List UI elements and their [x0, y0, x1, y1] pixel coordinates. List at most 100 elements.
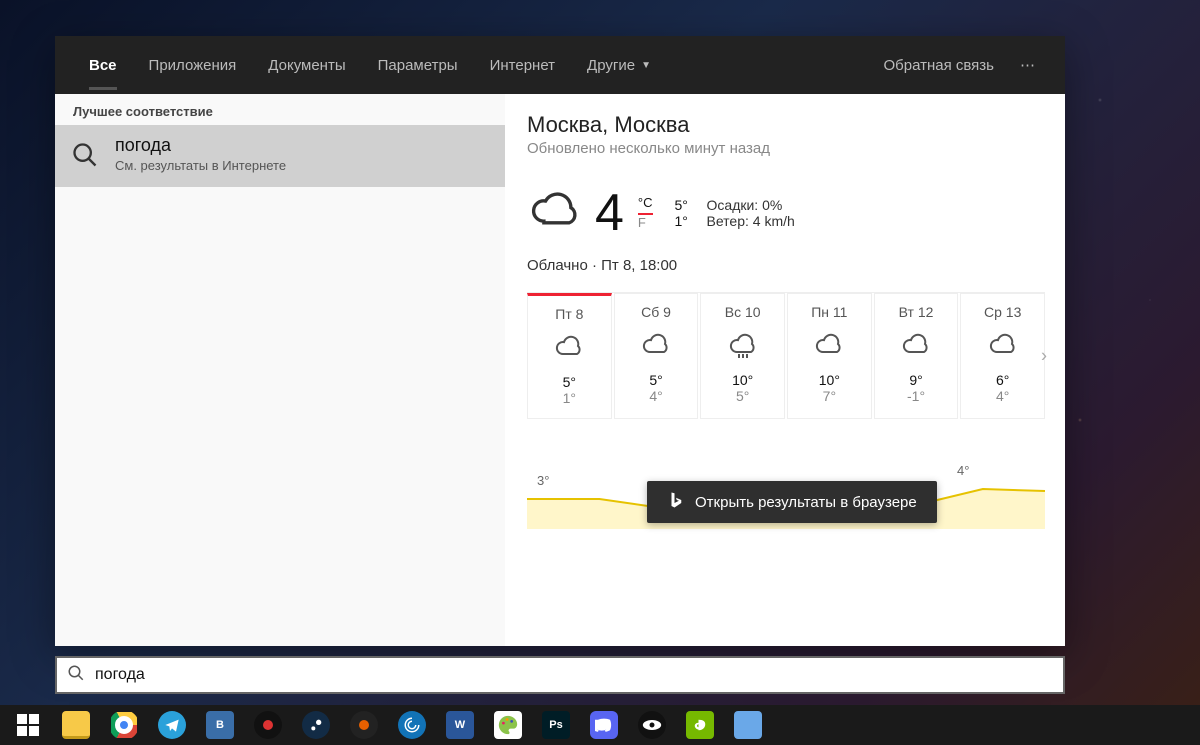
open-in-browser-button[interactable]: Открыть результаты в браузере	[647, 481, 937, 523]
discord-icon	[590, 711, 618, 739]
chrome-icon	[111, 712, 137, 738]
tab-apps[interactable]: Приложения	[133, 36, 253, 94]
condition-line: Облачно · Пт 8, 18:00	[527, 257, 1045, 274]
current-temp: 4	[595, 183, 624, 243]
result-subtitle: См. результаты в Интернете	[115, 158, 286, 173]
forecast-day[interactable]: Пт 8 5°1°	[527, 293, 612, 419]
spark-label: 4°	[957, 463, 969, 478]
forecast-low: 1°	[532, 390, 607, 406]
cloud-icon	[965, 330, 1040, 364]
bing-icon	[667, 491, 685, 513]
search-bar[interactable]	[55, 656, 1065, 694]
search-tabs: Все Приложения Документы Параметры Интер…	[55, 36, 1065, 94]
forecast-low: 5°	[705, 388, 780, 404]
cloud-icon	[532, 332, 607, 366]
taskbar-discord[interactable]	[580, 705, 628, 745]
eye-icon	[638, 711, 666, 739]
taskbar-start[interactable]	[4, 705, 52, 745]
tab-other[interactable]: Другие ▼	[571, 36, 667, 94]
taskbar-word[interactable]: W	[436, 705, 484, 745]
taskbar-chrome[interactable]	[100, 705, 148, 745]
temp-units[interactable]: °C F	[638, 195, 653, 232]
tab-documents[interactable]: Документы	[252, 36, 361, 94]
best-match-result[interactable]: погода См. результаты в Интернете	[55, 125, 505, 187]
taskbar-photoshop[interactable]: Ps	[532, 705, 580, 745]
taskbar-obs[interactable]	[628, 705, 676, 745]
weather-location: Москва, Москва	[527, 112, 1045, 138]
forecast-strip: Пт 85°1°Сб 95°4°Вс 1010°5°Пн 1110°7°Вт 1…	[527, 292, 1045, 419]
forecast-day-name: Пт 8	[532, 306, 607, 322]
best-match-header: Лучшее соответствие	[55, 94, 505, 125]
tab-settings[interactable]: Параметры	[362, 36, 474, 94]
unit-celsius[interactable]: °C	[638, 195, 653, 215]
chevron-right-icon[interactable]: ›	[1041, 346, 1047, 367]
taskbar-vk[interactable]: B	[196, 705, 244, 745]
taskbar-yandex[interactable]	[244, 705, 292, 745]
temp-sparkline: 3° 3° 4° Открыть результаты в браузере	[527, 459, 1045, 529]
forecast-high: 6°	[965, 372, 1040, 388]
palette-icon	[494, 711, 522, 739]
ubisoft-icon	[398, 711, 426, 739]
taskbar-steam[interactable]	[292, 705, 340, 745]
taskbar-ubisoft[interactable]	[388, 705, 436, 745]
unit-fahrenheit[interactable]: F	[638, 215, 653, 232]
wind-label: Ветер: 4 km/h	[707, 213, 795, 229]
forecast-day-name: Вс 10	[705, 304, 780, 320]
forecast-day-name: Вт 12	[879, 304, 954, 320]
forecast-day[interactable]: Вт 12 9°-1°	[874, 293, 959, 419]
forecast-low: 4°	[619, 388, 694, 404]
results-column: Лучшее соответствие погода См. результат…	[55, 94, 505, 646]
forecast-high: 10°	[705, 372, 780, 388]
tab-all[interactable]: Все	[73, 36, 133, 94]
precip-label: Осадки: 0%	[707, 197, 783, 213]
tab-internet[interactable]: Интернет	[474, 36, 571, 94]
tab-other-label: Другие	[587, 57, 635, 74]
nvidia-icon	[686, 711, 714, 739]
forecast-high: 5°	[619, 372, 694, 388]
high-temp: 5°	[675, 197, 697, 213]
app-icon	[350, 711, 378, 739]
weather-details: 5°Осадки: 0% 1°Ветер: 4 km/h	[675, 197, 795, 229]
forecast-day[interactable]: Пн 11 10°7°	[787, 293, 872, 419]
forecast-day[interactable]: Ср 13 6°4°	[960, 293, 1045, 419]
spark-label: 3°	[537, 473, 549, 488]
search-icon	[67, 664, 85, 687]
vk-icon: B	[206, 711, 234, 739]
weather-updated: Обновлено несколько минут назад	[527, 140, 1045, 157]
forecast-day-name: Сб 9	[619, 304, 694, 320]
taskbar-notes[interactable]	[724, 705, 772, 745]
chevron-down-icon: ▼	[641, 60, 651, 71]
forecast-day[interactable]: Сб 9 5°4°	[614, 293, 699, 419]
taskbar-paint[interactable]	[484, 705, 532, 745]
taskbar: B W Ps	[0, 705, 1200, 745]
search-input[interactable]	[95, 666, 1053, 684]
weather-preview: Москва, Москва Обновлено несколько минут…	[505, 94, 1065, 646]
result-title: погода	[115, 135, 286, 156]
telegram-icon	[158, 711, 186, 739]
cloud-icon	[619, 330, 694, 364]
windows-logo-icon	[17, 714, 39, 736]
feedback-link[interactable]: Обратная связь	[867, 36, 1010, 94]
forecast-low: -1°	[879, 388, 954, 404]
forecast-day[interactable]: Вс 10 10°5°	[700, 293, 785, 419]
forecast-high: 5°	[532, 374, 607, 390]
cloud-icon	[527, 184, 581, 243]
cloud-icon	[792, 330, 867, 364]
folder-icon	[62, 711, 90, 739]
taskbar-app-orange[interactable]	[340, 705, 388, 745]
forecast-low: 4°	[965, 388, 1040, 404]
forecast-high: 9°	[879, 372, 954, 388]
notes-icon	[734, 711, 762, 739]
search-panel: Все Приложения Документы Параметры Интер…	[55, 36, 1065, 646]
forecast-high: 10°	[792, 372, 867, 388]
forecast-day-name: Ср 13	[965, 304, 1040, 320]
cloud-icon	[879, 330, 954, 364]
photoshop-icon: Ps	[542, 711, 570, 739]
taskbar-nvidia[interactable]	[676, 705, 724, 745]
taskbar-telegram[interactable]	[148, 705, 196, 745]
more-button[interactable]: ⋯	[1010, 56, 1047, 74]
forecast-low: 7°	[792, 388, 867, 404]
yandex-icon	[254, 711, 282, 739]
forecast-day-name: Пн 11	[792, 304, 867, 320]
taskbar-file-explorer[interactable]	[52, 705, 100, 745]
